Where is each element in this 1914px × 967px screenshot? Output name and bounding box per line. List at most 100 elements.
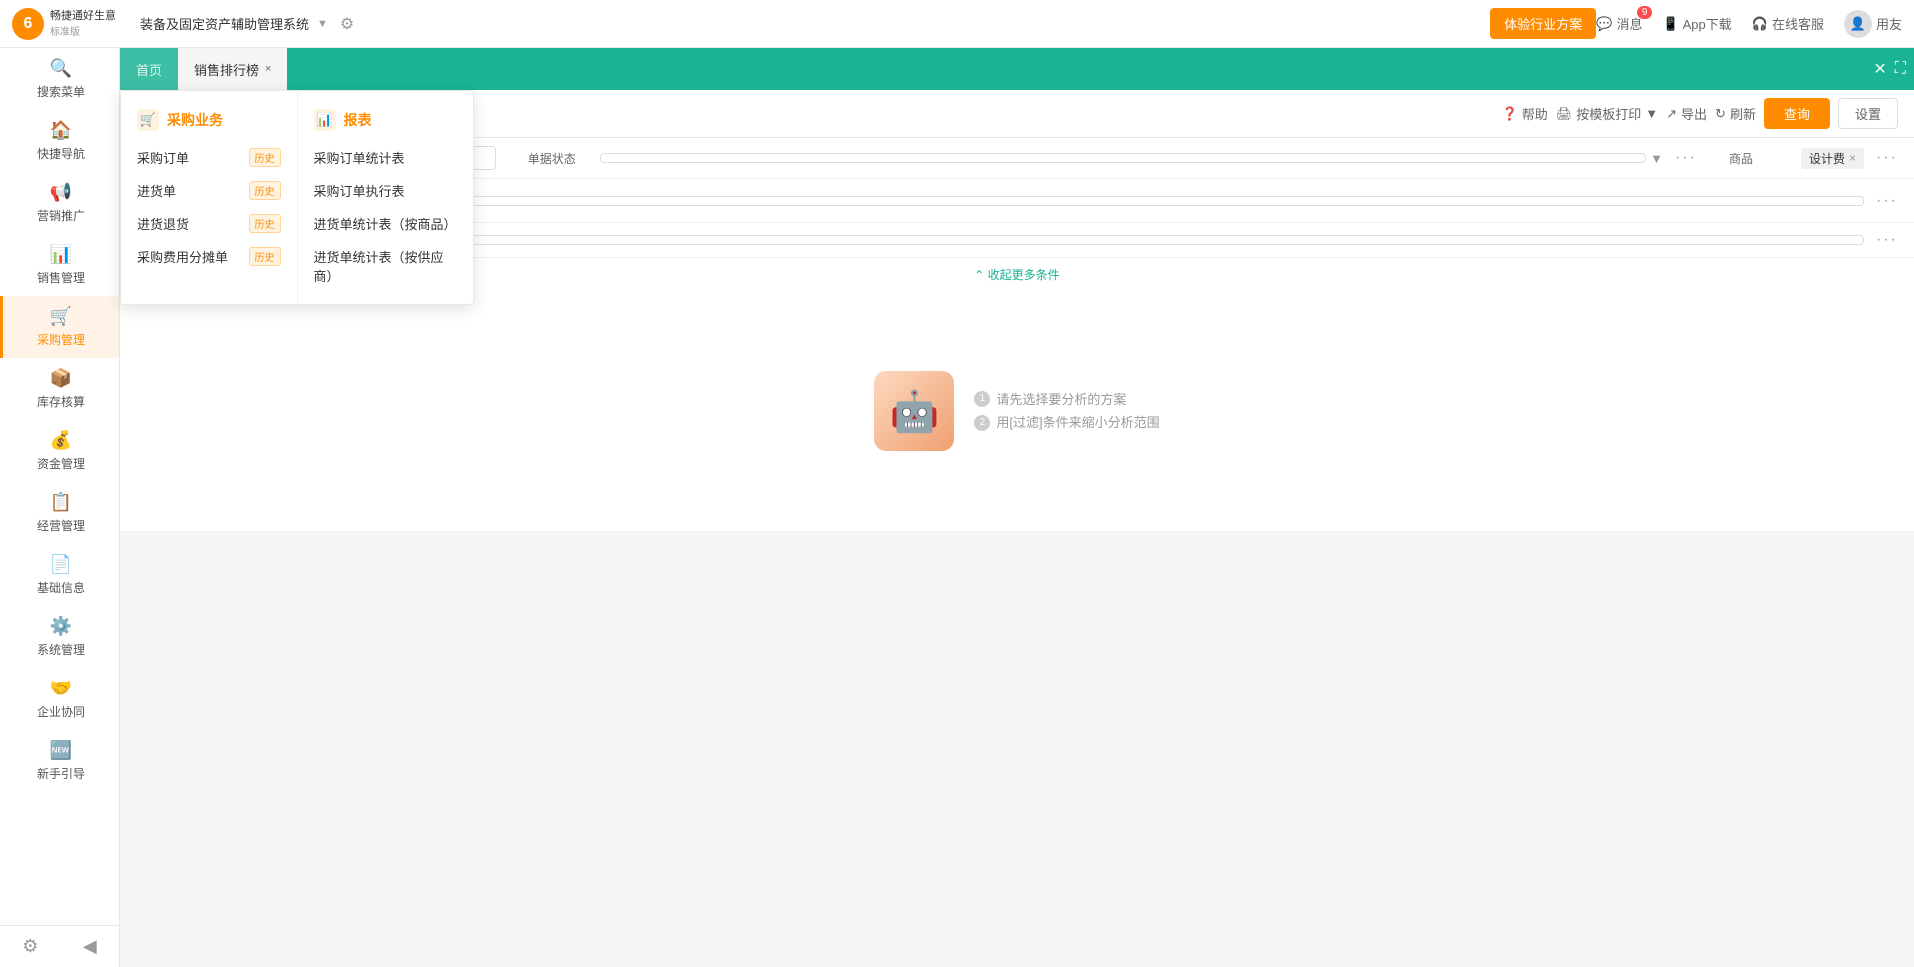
tab-maximize-icon[interactable]: ⛶ bbox=[1895, 60, 1906, 78]
settings-button[interactable]: 设置 bbox=[1838, 98, 1898, 129]
system-title: 装备及固定资产辅助管理系统 ▼ ⚙ bbox=[140, 14, 1478, 34]
funds-icon: 💰 bbox=[50, 430, 72, 451]
print-dropdown-icon: ▼ bbox=[1645, 106, 1658, 121]
report-col-icon: 📊 bbox=[314, 109, 336, 131]
purchase-col: 🛒 采购业务 采购订单 历史 进货单 历史 进货退货 历史 采购费用分摊单 历史 bbox=[121, 91, 298, 304]
app-logo: 6 bbox=[12, 8, 44, 40]
sidebar-item-guide[interactable]: 🆕 新手引导 bbox=[0, 730, 119, 792]
guide-icon: 🆕 bbox=[50, 740, 72, 761]
tab-bar: 首页 销售排行榜 × ✕ ⛶ bbox=[120, 48, 1914, 90]
system-settings-icon[interactable]: ⚙ bbox=[340, 14, 354, 34]
purchase-col-icon: 🛒 bbox=[137, 109, 159, 131]
purchase-dropdown-menu: 🛒 采购业务 采购订单 历史 进货单 历史 进货退货 历史 采购费用分摊单 历史… bbox=[120, 90, 474, 305]
query-button[interactable]: 查询 bbox=[1764, 98, 1830, 129]
goods-tag: 设计费 × bbox=[1801, 148, 1864, 169]
dropdown-report-2[interactable]: 进货单统计表（按商品） bbox=[298, 207, 474, 240]
help-btn[interactable]: ❓ 帮助 bbox=[1502, 104, 1548, 123]
refresh-icon: ↻ bbox=[1715, 106, 1726, 122]
sidebar-item-enterprise[interactable]: 🤝 企业协同 bbox=[0, 668, 119, 730]
sidebar-item-inventory[interactable]: 📦 库存核算 bbox=[0, 358, 119, 420]
message-button[interactable]: 💬 消息 9 bbox=[1596, 14, 1642, 33]
inventory-icon: 📦 bbox=[50, 368, 72, 389]
salesman-input[interactable] bbox=[452, 196, 1864, 206]
tip-num-1: 1 bbox=[974, 391, 990, 407]
trial-button[interactable]: 体验行业方案 bbox=[1490, 8, 1596, 39]
export-icon: ↗ bbox=[1666, 106, 1677, 122]
status-arrow: ▼ bbox=[1650, 151, 1663, 166]
sidebar-bottom: ⚙ ◀ bbox=[0, 925, 119, 967]
status-select[interactable] bbox=[600, 153, 1646, 163]
purchase-col-header: 🛒 采购业务 bbox=[121, 103, 297, 141]
sidebar-settings-btn[interactable]: ⚙ bbox=[22, 936, 38, 957]
goods-tag-remove[interactable]: × bbox=[1849, 151, 1856, 165]
dropdown-purchase-expense[interactable]: 采购费用分摊单 历史 bbox=[121, 240, 297, 273]
history-badge-3: 历史 bbox=[249, 247, 281, 266]
export-btn[interactable]: ↗ 导出 bbox=[1666, 104, 1707, 123]
help-icon: ❓ bbox=[1502, 106, 1518, 122]
sidebar-item-sales[interactable]: 📊 销售管理 bbox=[0, 234, 119, 296]
print-btn[interactable]: 🖨 按模板打印 ▼ bbox=[1556, 104, 1658, 123]
salesman-more-dots[interactable]: ··· bbox=[1876, 192, 1898, 210]
logo-area: 6 畅捷通好生意 标准版 bbox=[12, 8, 132, 40]
sidebar-item-purchase[interactable]: 🛒 采购管理 bbox=[0, 296, 119, 358]
tab-sales-rank[interactable]: 销售排行榜 × bbox=[178, 48, 287, 90]
logo-text-area: 畅捷通好生意 标准版 bbox=[50, 9, 116, 38]
sidebar-collapse-btn[interactable]: ◀ bbox=[83, 936, 97, 957]
enterprise-icon: 🤝 bbox=[50, 678, 72, 699]
dropdown-report-3[interactable]: 进货单统计表（按供应商） bbox=[298, 240, 474, 292]
sales-icon: 📊 bbox=[50, 244, 72, 265]
sidebar-item-basic-info[interactable]: 📄 基础信息 bbox=[0, 544, 119, 606]
status-more-dots[interactable]: ··· bbox=[1675, 149, 1697, 167]
purchase-icon: 🛒 bbox=[50, 306, 72, 327]
dropdown-report-1[interactable]: 采购订单执行表 bbox=[298, 174, 474, 207]
logo-line1: 畅捷通好生意 bbox=[50, 9, 116, 23]
sidebar-item-funds[interactable]: 💰 资金管理 bbox=[0, 420, 119, 482]
sidebar-item-system[interactable]: ⚙️ 系统管理 bbox=[0, 606, 119, 668]
marketing-icon: 📢 bbox=[50, 182, 72, 203]
history-badge-2: 历史 bbox=[249, 214, 281, 233]
empty-tip-1: 1 请先选择要分析的方案 bbox=[974, 388, 1159, 411]
tab-home[interactable]: 首页 bbox=[120, 48, 178, 90]
sidebar-item-search[interactable]: 🔍 搜索菜单 bbox=[0, 48, 119, 110]
operations-icon: 📋 bbox=[50, 492, 72, 513]
basic-info-icon: 📄 bbox=[50, 554, 72, 575]
title-arrow: ▼ bbox=[317, 18, 328, 30]
system-icon: ⚙️ bbox=[50, 616, 72, 637]
empty-tips: 1 请先选择要分析的方案 2 用[过滤]条件来缩小分析范围 bbox=[974, 388, 1159, 435]
tab-close-icon[interactable]: × bbox=[265, 63, 271, 75]
dropdown-report-0[interactable]: 采购订单统计表 bbox=[298, 141, 474, 174]
print-icon: 🖨 bbox=[1556, 106, 1573, 122]
online-service-button[interactable]: 🎧 在线客服 bbox=[1752, 14, 1824, 33]
report-col-header: 📊 报表 bbox=[298, 103, 474, 141]
sidebar-item-operations[interactable]: 📋 经营管理 bbox=[0, 482, 119, 544]
user-button[interactable]: 👤 用友 bbox=[1844, 10, 1902, 38]
dropdown-purchase-return[interactable]: 进货退货 历史 bbox=[121, 207, 297, 240]
search-icon: 🔍 bbox=[50, 58, 72, 79]
tip-num-2: 2 bbox=[974, 415, 990, 431]
top-bar: 6 畅捷通好生意 标准版 装备及固定资产辅助管理系统 ▼ ⚙ 体验行业方案 💬 … bbox=[0, 0, 1914, 48]
goods-more-dots[interactable]: ··· bbox=[1876, 149, 1898, 167]
history-badge-1: 历史 bbox=[249, 181, 281, 200]
refresh-btn[interactable]: ↻ 刷新 bbox=[1715, 104, 1756, 123]
empty-robot-icon: 🤖 bbox=[874, 371, 954, 451]
logo-line2: 标准版 bbox=[50, 23, 116, 38]
tab-bar-right: ✕ ⛶ bbox=[1873, 59, 1914, 79]
empty-state: 🤖 1 请先选择要分析的方案 2 用[过滤]条件来缩小分析范围 bbox=[120, 291, 1914, 531]
headset-icon: 🎧 bbox=[1752, 16, 1768, 32]
sidebar: 🔍 搜索菜单 🏠 快捷导航 📢 营销推广 📊 销售管理 🛒 采购管理 📦 库存核… bbox=[0, 48, 120, 967]
status-label: 单据状态 bbox=[528, 150, 588, 167]
status-select-area: ▼ bbox=[600, 151, 1663, 166]
dropdown-purchase-order[interactable]: 采购订单 历史 bbox=[121, 141, 297, 174]
goods-label: 商品 bbox=[1729, 150, 1789, 167]
history-badge-0: 历史 bbox=[249, 148, 281, 167]
message-icon: 💬 bbox=[1596, 16, 1612, 32]
dropdown-purchase-instock[interactable]: 进货单 历史 bbox=[121, 174, 297, 207]
empty-tip-2: 2 用[过滤]条件来缩小分析范围 bbox=[974, 411, 1159, 434]
app-download-button[interactable]: 📱 App下载 bbox=[1662, 14, 1731, 33]
sidebar-item-marketing[interactable]: 📢 营销推广 bbox=[0, 172, 119, 234]
tab-close-window-icon[interactable]: ✕ bbox=[1873, 59, 1886, 79]
customer-more-dots[interactable]: ··· bbox=[1876, 231, 1898, 249]
empty-content: 🤖 1 请先选择要分析的方案 2 用[过滤]条件来缩小分析范围 bbox=[874, 371, 1159, 451]
sidebar-item-quick-nav[interactable]: 🏠 快捷导航 bbox=[0, 110, 119, 172]
report-col: 📊 报表 采购订单统计表 采购订单执行表 进货单统计表（按商品） 进货单统计表（… bbox=[298, 91, 474, 304]
